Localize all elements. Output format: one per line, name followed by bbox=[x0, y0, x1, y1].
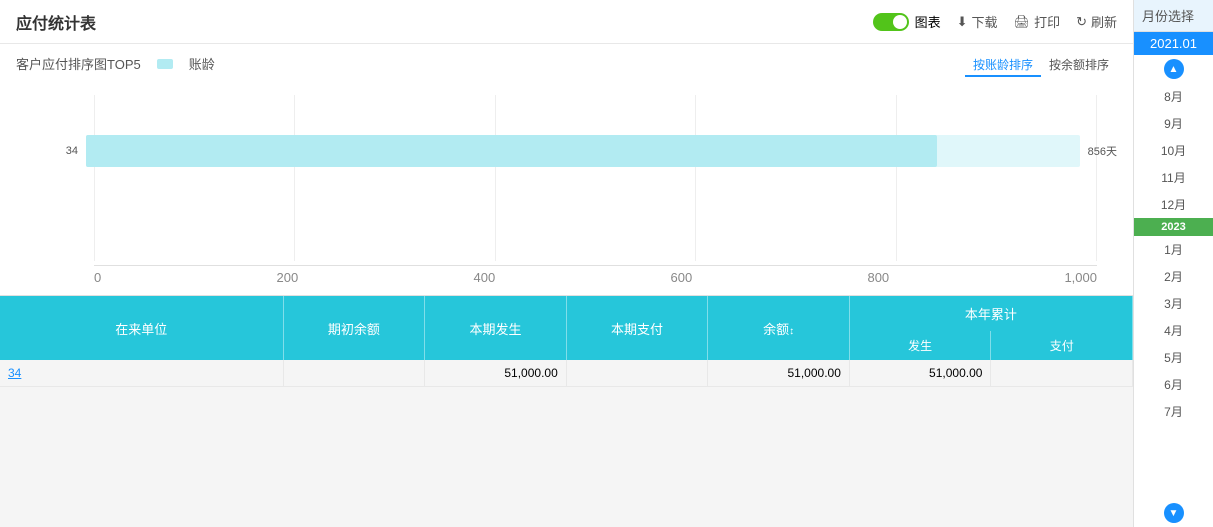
page-title: 应付统计表 bbox=[16, 10, 96, 34]
chart-legend: 客户应付排序图TOP5 账龄 bbox=[16, 54, 215, 73]
refresh-button[interactable]: ↻ 刷新 bbox=[1076, 12, 1117, 31]
sort-by-balance-button[interactable]: 按余额排序 bbox=[1041, 54, 1117, 77]
table-row: 34 51,000.00 51,000.00 51,000.00 bbox=[0, 360, 1133, 387]
cell-unit[interactable]: 34 bbox=[0, 360, 283, 387]
x-label-400: 400 bbox=[474, 270, 496, 285]
cell-opening bbox=[283, 360, 425, 387]
x-label-1000: 1,000 bbox=[1064, 270, 1097, 285]
chart-area: 客户应付排序图TOP5 账龄 按账龄排序 按余额排序 34 bbox=[0, 44, 1133, 296]
month-item-8[interactable]: 8月 bbox=[1134, 83, 1213, 110]
chart-toggle-wrap[interactable]: 图表 bbox=[873, 12, 941, 31]
month-item-10[interactable]: 10月 bbox=[1134, 137, 1213, 164]
table-header-top: 在来单位 期初余额 本期发生 本期支付 余额↕ 本年累计 bbox=[0, 296, 1133, 331]
cell-balance: 51,000.00 bbox=[708, 360, 850, 387]
sidebar-nav-up[interactable]: ▲ bbox=[1134, 55, 1213, 83]
month-item-11[interactable]: 11月 bbox=[1134, 164, 1213, 191]
legend-color-label: 账龄 bbox=[189, 54, 215, 73]
refresh-label: 刷新 bbox=[1091, 12, 1117, 31]
print-label: 打印 bbox=[1034, 12, 1060, 31]
month-item-9[interactable]: 9月 bbox=[1134, 110, 1213, 137]
x-label-800: 800 bbox=[867, 270, 889, 285]
legend-title: 客户应付排序图TOP5 bbox=[16, 54, 141, 73]
download-icon: ⬇ bbox=[957, 14, 968, 30]
month-item-7[interactable]: 7月 bbox=[1134, 398, 1213, 425]
chart-toggle[interactable] bbox=[873, 13, 909, 31]
month-item-5[interactable]: 5月 bbox=[1134, 344, 1213, 371]
cell-payment bbox=[566, 360, 708, 387]
chart-sort-buttons: 按账龄排序 按余额排序 bbox=[965, 54, 1117, 77]
x-axis: 0 200 400 600 800 1,000 bbox=[94, 265, 1097, 285]
data-table: 在来单位 期初余额 本期发生 本期支付 余额↕ 本年累计 发生 支付 34 51… bbox=[0, 296, 1133, 387]
col-unit: 在来单位 bbox=[0, 296, 283, 360]
month-item-2[interactable]: 2月 bbox=[1134, 263, 1213, 290]
header-actions: 图表 ⬇ 下载 🖨 打印 ↻ 刷新 bbox=[873, 12, 1117, 31]
col-ytd-payment: 支付 bbox=[991, 331, 1133, 360]
col-balance: 余额↕ bbox=[708, 296, 850, 360]
table-section: 在来单位 期初余额 本期发生 本期支付 余额↕ 本年累计 发生 支付 34 51… bbox=[0, 296, 1133, 527]
month-item-3[interactable]: 3月 bbox=[1134, 290, 1213, 317]
sidebar: 月份选择 2021.01 ▲ 8月 9月 10月 11月 12月 2023 1月… bbox=[1133, 0, 1213, 527]
col-payment: 本期支付 bbox=[566, 296, 708, 360]
sidebar-header-label: 月份选择 bbox=[1142, 9, 1194, 24]
cell-ytd-payment bbox=[991, 360, 1133, 387]
bar-value: 856天 bbox=[1088, 143, 1117, 159]
month-item-12[interactable]: 12月 bbox=[1134, 191, 1213, 218]
print-button[interactable]: 🖨 打印 bbox=[1014, 12, 1061, 31]
download-label: 下载 bbox=[972, 12, 998, 31]
bar-fill bbox=[86, 135, 937, 167]
sort-by-age-button[interactable]: 按账龄排序 bbox=[965, 54, 1041, 77]
legend-color bbox=[157, 59, 173, 69]
bar-track bbox=[86, 135, 1080, 167]
sidebar-months: 8月 9月 10月 11月 12月 2023 1月 2月 3月 4月 5月 6月… bbox=[1134, 83, 1213, 499]
x-label-600: 600 bbox=[670, 270, 692, 285]
nav-down-arrow[interactable]: ▼ bbox=[1164, 503, 1184, 523]
sidebar-header: 月份选择 bbox=[1134, 0, 1213, 32]
nav-up-arrow[interactable]: ▲ bbox=[1164, 59, 1184, 79]
x-label-200: 200 bbox=[277, 270, 299, 285]
col-occurrence: 本期发生 bbox=[425, 296, 567, 360]
cell-ytd-occurrence: 51,000.00 bbox=[849, 360, 991, 387]
month-item-4[interactable]: 4月 bbox=[1134, 317, 1213, 344]
print-icon: 🖨 bbox=[1014, 14, 1031, 30]
x-label-0: 0 bbox=[94, 270, 101, 285]
col-ytd-occurrence: 发生 bbox=[849, 331, 991, 360]
refresh-icon: ↻ bbox=[1076, 14, 1087, 30]
cell-occurrence: 51,000.00 bbox=[425, 360, 567, 387]
month-item-1[interactable]: 1月 bbox=[1134, 236, 1213, 263]
download-button[interactable]: ⬇ 下载 bbox=[957, 12, 998, 31]
sidebar-nav-down[interactable]: ▼ bbox=[1134, 499, 1213, 527]
year-divider: 2023 bbox=[1134, 218, 1213, 236]
sidebar-year-input[interactable]: 2021.01 bbox=[1134, 32, 1213, 55]
col-opening: 期初余额 bbox=[283, 296, 425, 360]
month-item-6[interactable]: 6月 bbox=[1134, 371, 1213, 398]
bar-label: 34 bbox=[16, 145, 86, 157]
col-ytd: 本年累计 bbox=[849, 296, 1132, 331]
chart-label: 图表 bbox=[915, 12, 941, 31]
